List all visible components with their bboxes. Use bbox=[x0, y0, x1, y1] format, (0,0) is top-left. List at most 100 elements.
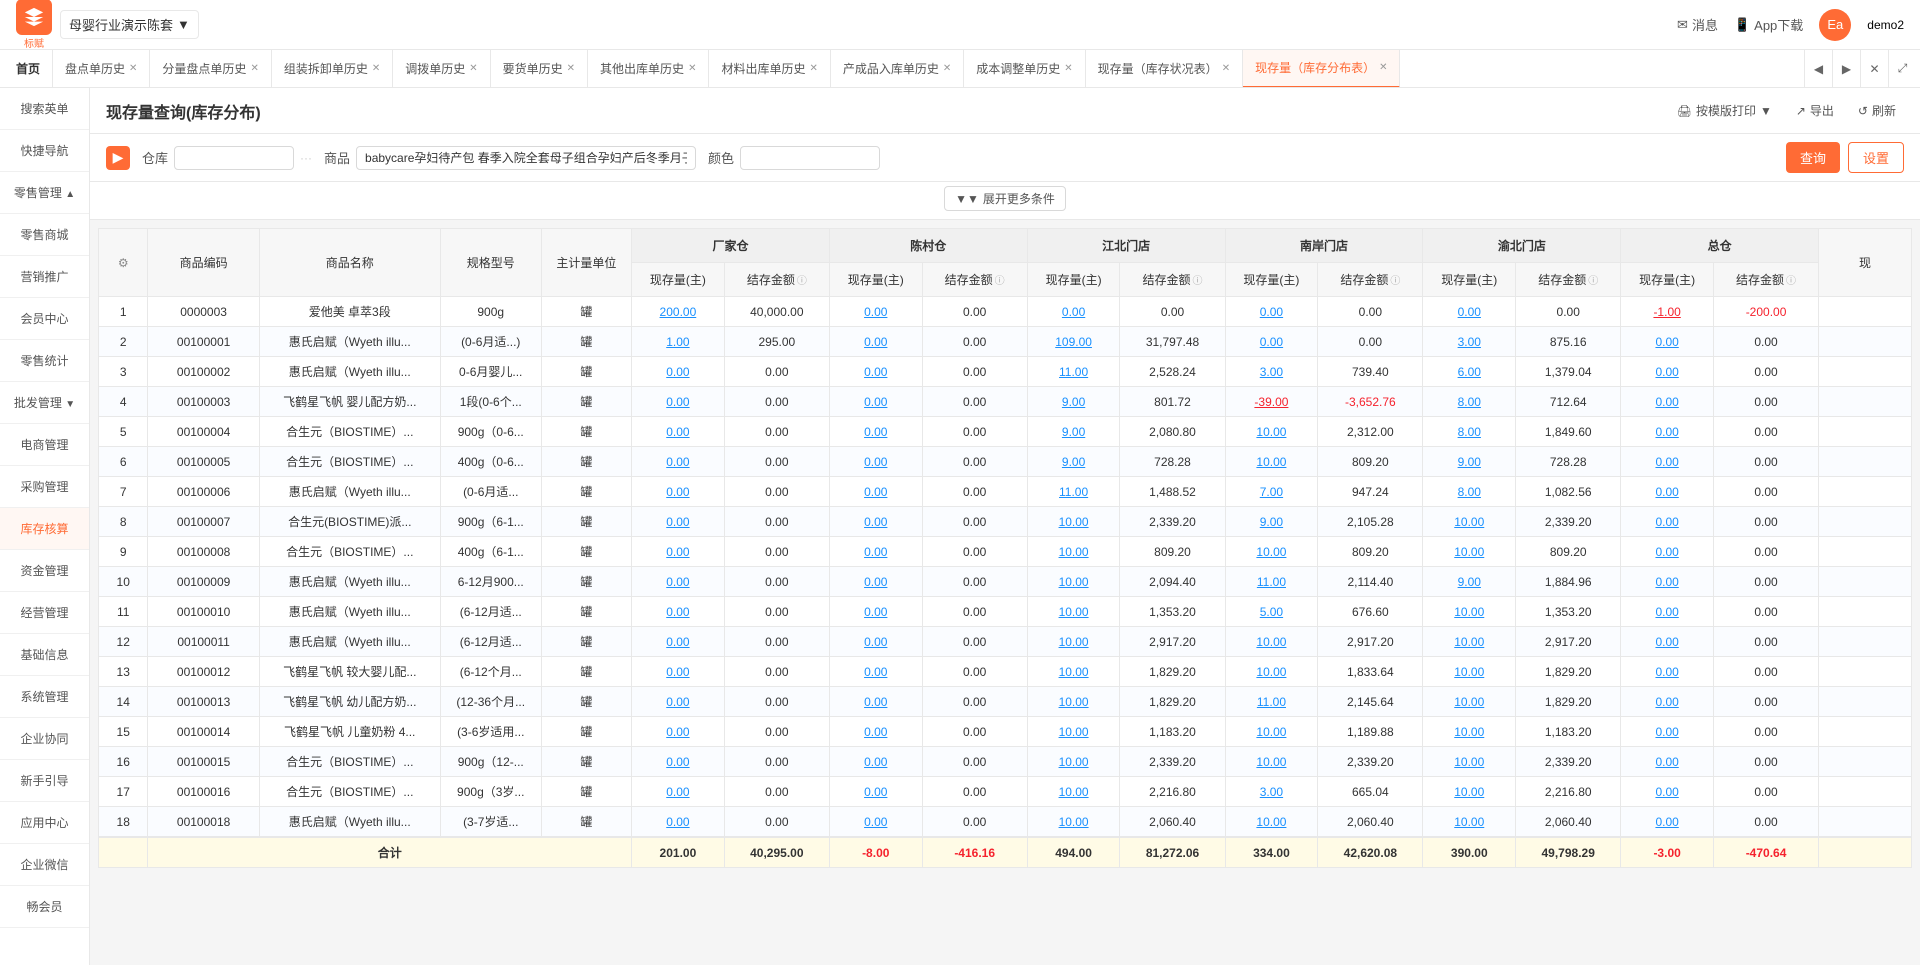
query-button[interactable]: 查询 bbox=[1786, 142, 1840, 173]
tab-1[interactable]: 盘点单历史 ✕ bbox=[53, 50, 150, 88]
sidebar-item-member2[interactable]: 畅会员 bbox=[0, 886, 89, 928]
row-na-qty[interactable]: 10.00 bbox=[1225, 657, 1318, 687]
row-jb-qty[interactable]: 9.00 bbox=[1027, 387, 1120, 417]
row-yb-qty[interactable]: 10.00 bbox=[1423, 507, 1516, 537]
sidebar-item-retail[interactable]: 零售管理 ▲ bbox=[0, 172, 89, 214]
row-total-qty[interactable]: 0.00 bbox=[1621, 777, 1714, 807]
row-cs-qty[interactable]: 0.00 bbox=[829, 777, 922, 807]
row-cs-qty[interactable]: 0.00 bbox=[829, 387, 922, 417]
tab-close-11[interactable]: ✕ bbox=[1379, 62, 1387, 73]
row-cs-qty[interactable]: 0.00 bbox=[829, 657, 922, 687]
sidebar-item-member[interactable]: 会员中心 bbox=[0, 298, 89, 340]
tab-10[interactable]: 现存量（库存状况表） ✕ bbox=[1086, 50, 1243, 88]
row-jb-qty[interactable]: 10.00 bbox=[1027, 687, 1120, 717]
tab-next-btn[interactable]: ▶ bbox=[1832, 50, 1860, 88]
row-yb-qty[interactable]: 8.00 bbox=[1423, 417, 1516, 447]
row-jb-qty[interactable]: 9.00 bbox=[1027, 447, 1120, 477]
sidebar-item-enterprise[interactable]: 企业协同 bbox=[0, 718, 89, 760]
tab-close-1[interactable]: ✕ bbox=[129, 63, 137, 74]
tab-7[interactable]: 材料出库单历史 ✕ bbox=[709, 50, 830, 88]
tab-close-8[interactable]: ✕ bbox=[943, 63, 951, 74]
row-cs-qty[interactable]: 0.00 bbox=[829, 567, 922, 597]
goods-input[interactable] bbox=[356, 146, 696, 170]
row-cf-qty[interactable]: 0.00 bbox=[632, 507, 725, 537]
row-jb-qty[interactable]: 10.00 bbox=[1027, 807, 1120, 838]
row-cs-qty[interactable]: 0.00 bbox=[829, 357, 922, 387]
row-jb-qty[interactable]: 10.00 bbox=[1027, 717, 1120, 747]
row-yb-qty[interactable]: 10.00 bbox=[1423, 717, 1516, 747]
row-total-qty[interactable]: 0.00 bbox=[1621, 597, 1714, 627]
export-btn[interactable]: ↗ 导出 bbox=[1788, 98, 1842, 123]
row-yb-qty[interactable]: 10.00 bbox=[1423, 537, 1516, 567]
row-yb-qty[interactable]: 9.00 bbox=[1423, 567, 1516, 597]
row-na-qty[interactable]: -39.00 bbox=[1225, 387, 1318, 417]
row-yb-qty[interactable]: 10.00 bbox=[1423, 777, 1516, 807]
row-yb-qty[interactable]: 10.00 bbox=[1423, 687, 1516, 717]
row-na-qty[interactable]: 11.00 bbox=[1225, 567, 1318, 597]
filter-toggle-btn[interactable]: ▶ bbox=[106, 146, 130, 170]
tab-close-7[interactable]: ✕ bbox=[809, 63, 817, 74]
row-total-qty[interactable]: 0.00 bbox=[1621, 687, 1714, 717]
tab-home[interactable]: 首页 bbox=[4, 50, 53, 88]
row-yb-qty[interactable]: 10.00 bbox=[1423, 627, 1516, 657]
sidebar-item-retail-stat[interactable]: 零售统计 bbox=[0, 340, 89, 382]
row-jb-qty[interactable]: 10.00 bbox=[1027, 657, 1120, 687]
row-yb-qty[interactable]: 10.00 bbox=[1423, 597, 1516, 627]
sidebar-item-guide[interactable]: 新手引导 bbox=[0, 760, 89, 802]
row-cs-qty[interactable]: 0.00 bbox=[829, 447, 922, 477]
row-cf-qty[interactable]: 0.00 bbox=[632, 807, 725, 838]
row-yb-qty[interactable]: 8.00 bbox=[1423, 387, 1516, 417]
row-cs-qty[interactable]: 0.00 bbox=[829, 717, 922, 747]
row-na-qty[interactable]: 10.00 bbox=[1225, 717, 1318, 747]
row-jb-qty[interactable]: 10.00 bbox=[1027, 597, 1120, 627]
row-cf-qty[interactable]: 0.00 bbox=[632, 597, 725, 627]
tab-close-all-btn[interactable]: ✕ bbox=[1860, 50, 1888, 88]
print-btn[interactable]: 🖨 按模版打印 ▼ bbox=[1669, 98, 1780, 123]
sidebar-item-search[interactable]: 搜索英单 bbox=[0, 88, 89, 130]
tab-9[interactable]: 成本调整单历史 ✕ bbox=[964, 50, 1085, 88]
tab-close-10[interactable]: ✕ bbox=[1222, 63, 1230, 74]
tab-4[interactable]: 调拨单历史 ✕ bbox=[393, 50, 490, 88]
row-na-qty[interactable]: 10.00 bbox=[1225, 447, 1318, 477]
row-jb-qty[interactable]: 10.00 bbox=[1027, 627, 1120, 657]
row-yb-qty[interactable]: 10.00 bbox=[1423, 747, 1516, 777]
color-input[interactable] bbox=[740, 146, 880, 170]
row-cf-qty[interactable]: 0.00 bbox=[632, 627, 725, 657]
row-na-qty[interactable]: 3.00 bbox=[1225, 777, 1318, 807]
row-total-qty[interactable]: 0.00 bbox=[1621, 807, 1714, 838]
row-cf-qty[interactable]: 0.00 bbox=[632, 657, 725, 687]
sidebar-item-purchase[interactable]: 采购管理 bbox=[0, 466, 89, 508]
row-na-qty[interactable]: 7.00 bbox=[1225, 477, 1318, 507]
row-total-qty[interactable]: 0.00 bbox=[1621, 747, 1714, 777]
row-yb-qty[interactable]: 3.00 bbox=[1423, 327, 1516, 357]
tab-close-3[interactable]: ✕ bbox=[372, 63, 380, 74]
row-cs-qty[interactable]: 0.00 bbox=[829, 417, 922, 447]
row-cf-qty[interactable]: 0.00 bbox=[632, 717, 725, 747]
row-total-qty[interactable]: 0.00 bbox=[1621, 717, 1714, 747]
row-na-qty[interactable]: 10.00 bbox=[1225, 807, 1318, 838]
row-jb-qty[interactable]: 11.00 bbox=[1027, 357, 1120, 387]
expand-conditions-btn[interactable]: ▼▼ 展开更多条件 bbox=[944, 186, 1066, 211]
row-yb-qty[interactable]: 0.00 bbox=[1423, 297, 1516, 327]
sidebar-item-appstore[interactable]: 应用中心 bbox=[0, 802, 89, 844]
tab-close-2[interactable]: ✕ bbox=[250, 63, 258, 74]
row-cf-qty[interactable]: 0.00 bbox=[632, 567, 725, 597]
row-cs-qty[interactable]: 0.00 bbox=[829, 537, 922, 567]
row-jb-qty[interactable]: 10.00 bbox=[1027, 567, 1120, 597]
row-jb-qty[interactable]: 10.00 bbox=[1027, 507, 1120, 537]
row-cf-qty[interactable]: 0.00 bbox=[632, 777, 725, 807]
sidebar-item-system[interactable]: 系统管理 bbox=[0, 676, 89, 718]
sidebar-item-marketing[interactable]: 营销推广 bbox=[0, 256, 89, 298]
row-yb-qty[interactable]: 8.00 bbox=[1423, 477, 1516, 507]
sidebar-item-quicknav[interactable]: 快捷导航 bbox=[0, 130, 89, 172]
row-cs-qty[interactable]: 0.00 bbox=[829, 477, 922, 507]
tab-5[interactable]: 要货单历史 ✕ bbox=[491, 50, 588, 88]
row-jb-qty[interactable]: 0.00 bbox=[1027, 297, 1120, 327]
message-btn[interactable]: ✉ 消息 bbox=[1677, 15, 1718, 34]
row-yb-qty[interactable]: 6.00 bbox=[1423, 357, 1516, 387]
row-yb-qty[interactable]: 10.00 bbox=[1423, 807, 1516, 838]
sidebar-item-operations[interactable]: 经营管理 bbox=[0, 592, 89, 634]
row-na-qty[interactable]: 10.00 bbox=[1225, 537, 1318, 567]
sidebar-item-retail-mall[interactable]: 零售商城 bbox=[0, 214, 89, 256]
row-cf-qty[interactable]: 0.00 bbox=[632, 747, 725, 777]
